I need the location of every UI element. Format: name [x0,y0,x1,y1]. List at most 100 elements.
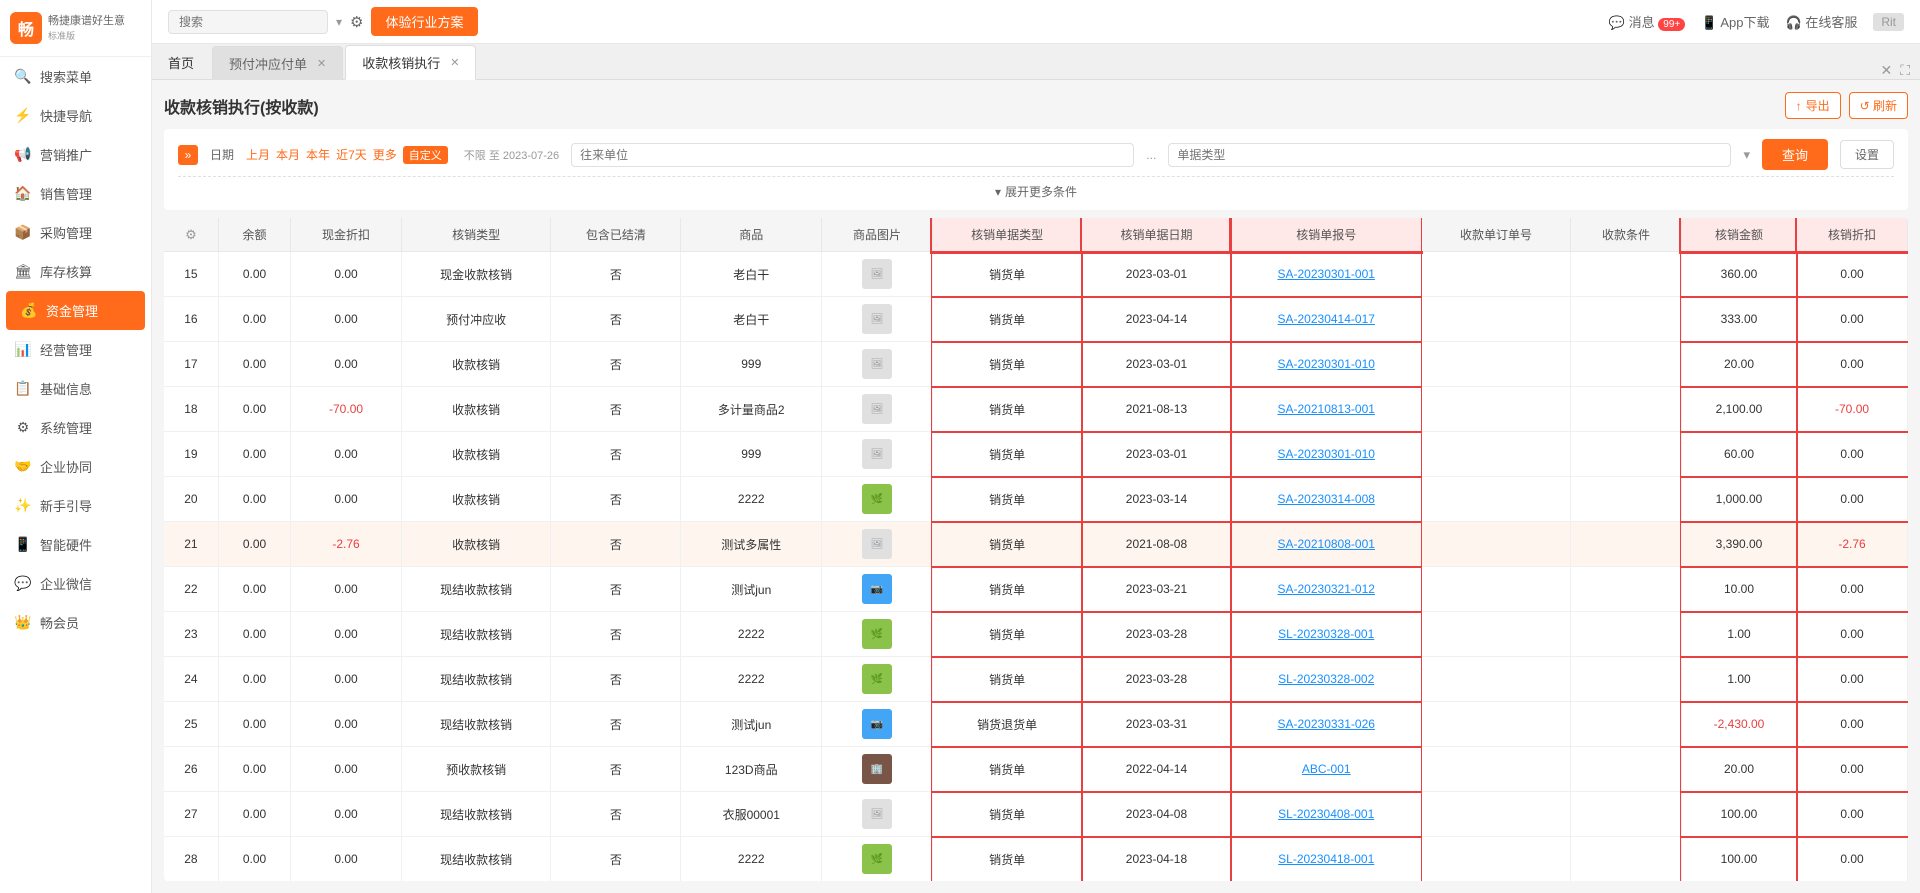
message-area[interactable]: 💬 消息 99+ [1609,12,1685,31]
cell-no: 25 [164,702,218,747]
cell-writeoff-no[interactable]: SA-20230314-008 [1231,477,1421,522]
sidebar-item-inventory[interactable]: 🏛 库存核算 [0,252,151,291]
sidebar-item-search[interactable]: 🔍 搜索菜单 [0,57,151,96]
tab-receipt-close-icon[interactable]: ✕ [450,56,459,69]
cell-writeoff-no[interactable]: SA-20230301-010 [1231,342,1421,387]
sidebar-item-hardware[interactable]: 📱 智能硬件 [0,525,151,564]
cell-writeoff-no[interactable]: SA-20210808-001 [1231,522,1421,567]
cell-writeoff-no[interactable]: SA-20230301-010 [1231,432,1421,477]
table-row: 27 0.00 0.00 现结收款核销 否 衣服00001 🖼 销货单 2023… [164,792,1908,837]
cell-goods: 测试多属性 [681,522,822,567]
cell-included: 否 [551,387,681,432]
cell-cash-discount: 0.00 [291,792,402,837]
cell-writeoff-bill-type: 销货单 [932,792,1081,837]
sidebar-item-purchase[interactable]: 📦 采购管理 [0,213,151,252]
filter-type-dropdown-icon[interactable]: ▾ [1743,147,1750,163]
app-download[interactable]: 📱 App下载 [1701,12,1769,31]
settings-col-icon[interactable]: ⚙ [185,227,197,242]
tab-prepaid[interactable]: 预付冲应付单 ✕ [212,46,343,80]
user-avatar[interactable]: Rit [1873,13,1904,31]
tab-home[interactable]: 首页 [152,46,210,79]
close-window-icon[interactable]: ✕ [1880,62,1892,79]
filter-date-more[interactable]: 更多 [373,146,397,164]
refresh-button[interactable]: ↺ 刷新 [1849,92,1908,119]
expand-more-button[interactable]: ▾ 展开更多条件 [995,183,1077,200]
sidebar-item-enterprise[interactable]: 🤝 企业协同 [0,447,151,486]
export-button[interactable]: ↑ 导出 [1785,92,1841,119]
sidebar-item-system[interactable]: ⚙ 系统管理 [0,408,151,447]
cell-cash-discount: 0.00 [291,297,402,342]
cell-goods: 999 [681,342,822,387]
sidebar-item-marketing[interactable]: 📢 营销推广 [0,135,151,174]
cell-writeoff-no[interactable]: ABC-001 [1231,747,1421,792]
cell-writeoff-no[interactable]: SL-20230418-001 [1231,837,1421,882]
settings-icon[interactable]: ⚙ [350,13,363,31]
cell-writeoff-date: 2023-03-28 [1082,657,1231,702]
cell-type: 现结收款核销 [401,612,550,657]
topbar-search-input[interactable] [168,10,328,34]
cell-receipt-order [1421,567,1570,612]
cell-receipt-cond [1571,792,1682,837]
filter-expand-icon[interactable]: » [178,145,198,165]
megaphone-icon: 📢 [14,146,32,164]
sidebar-item-wechat[interactable]: 💬 企业微信 [0,564,151,603]
sidebar-item-label: 库存核算 [40,262,92,281]
th-icon: ⚙ [164,218,218,252]
sidebar-logo: 畅 畅捷康谱好生意 标准版 [0,0,151,57]
cell-goods-img: 🏢 [822,747,933,792]
cell-included: 否 [551,567,681,612]
sidebar-item-sales[interactable]: 🏠 销售管理 [0,174,151,213]
cell-receipt-cond [1571,387,1682,432]
cell-receipt-order [1421,747,1570,792]
query-button[interactable]: 查询 [1762,139,1828,170]
cell-writeoff-no[interactable]: SL-20230328-002 [1231,657,1421,702]
sidebar-item-basic[interactable]: 📋 基础信息 [0,369,151,408]
cell-receipt-cond [1571,342,1682,387]
cell-writeoff-no[interactable]: SA-20230414-017 [1231,297,1421,342]
tab-prepaid-close-icon[interactable]: ✕ [317,57,326,70]
cell-writeoff-no[interactable]: SA-20230331-026 [1231,702,1421,747]
filter-date-7days[interactable]: 近7天 [336,146,367,164]
cell-receipt-order [1421,792,1570,837]
page-title: 收款核销执行(按收款) [164,94,319,118]
filter-date-cur-month[interactable]: 本月 [276,146,300,164]
sidebar-item-member[interactable]: 👑 畅会员 [0,603,151,642]
lightning-icon: ⚡ [14,107,32,125]
sidebar-item-label: 企业协同 [40,457,92,476]
cell-writeoff-no[interactable]: SL-20230328-001 [1231,612,1421,657]
th-goods-img: 商品图片 [822,218,933,252]
cell-type: 现金收款核销 [401,252,550,297]
sidebar-item-finance[interactable]: 💰 资金管理 [6,291,145,330]
sidebar-item-guide[interactable]: ✨ 新手引导 [0,486,151,525]
cell-cash-discount: 0.00 [291,252,402,297]
filter-unit-dots[interactable]: ... [1146,148,1156,162]
filter-date-custom[interactable]: 自定义 [403,146,448,164]
cell-writeoff-no[interactable]: SA-20230301-001 [1231,252,1421,297]
cell-receipt-cond [1571,297,1682,342]
dropdown-arrow-icon[interactable]: ▾ [336,15,342,29]
cell-writeoff-no[interactable]: SA-20230321-012 [1231,567,1421,612]
cell-balance: 0.00 [218,297,290,342]
filter-date-cur-year[interactable]: 本年 [306,146,330,164]
cell-writeoff-no[interactable]: SL-20230408-001 [1231,792,1421,837]
tab-receipt-exec[interactable]: 收款核销执行 ✕ [345,45,476,80]
cell-writeoff-amount: 1.00 [1681,612,1796,657]
expand-window-icon[interactable]: ⛶ [1900,62,1910,79]
filter-unit-input[interactable] [571,143,1134,167]
filter-settings-button[interactable]: 设置 [1840,140,1894,169]
filter-date-options: 上月 本月 本年 近7天 更多 自定义 [246,146,448,164]
online-service[interactable]: 🎧 在线客服 [1786,12,1858,31]
sidebar-item-quicknav[interactable]: ⚡ 快捷导航 [0,96,151,135]
cell-included: 否 [551,657,681,702]
cell-writeoff-amount: 60.00 [1681,432,1796,477]
cell-writeoff-date: 2023-04-08 [1082,792,1231,837]
industry-btn[interactable]: 体验行业方案 [371,7,477,36]
cell-writeoff-bill-type: 销货单 [932,297,1081,342]
sidebar-item-business[interactable]: 📊 经营管理 [0,330,151,369]
cell-writeoff-date: 2023-04-14 [1082,297,1231,342]
cell-receipt-order [1421,612,1570,657]
filter-type-input[interactable] [1168,143,1731,167]
cell-writeoff-amount: -2,430.00 [1681,702,1796,747]
filter-date-prev-month[interactable]: 上月 [246,146,270,164]
cell-writeoff-no[interactable]: SA-20210813-001 [1231,387,1421,432]
